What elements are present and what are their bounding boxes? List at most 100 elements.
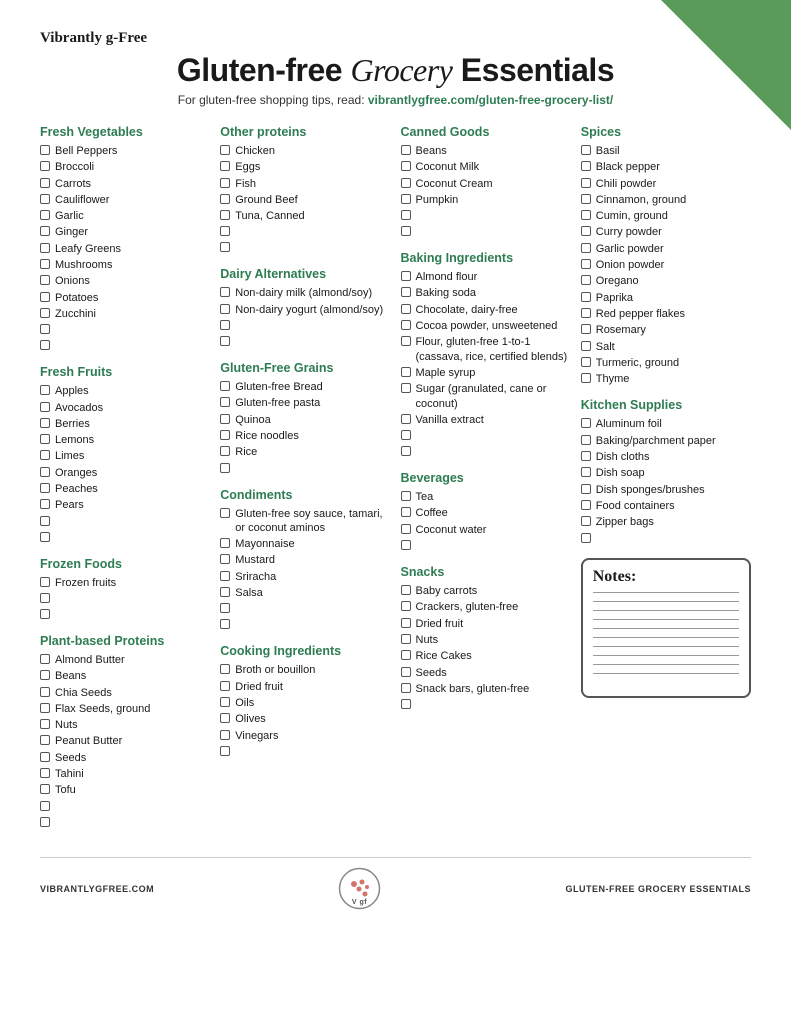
checkbox[interactable] bbox=[401, 304, 411, 314]
checkbox[interactable] bbox=[401, 540, 411, 550]
checkbox[interactable] bbox=[401, 585, 411, 595]
checkbox[interactable] bbox=[40, 324, 50, 334]
checkbox[interactable] bbox=[220, 664, 230, 674]
checkbox[interactable] bbox=[40, 275, 50, 285]
checkbox[interactable] bbox=[401, 383, 411, 393]
checkbox[interactable] bbox=[220, 194, 230, 204]
checkbox[interactable] bbox=[220, 161, 230, 171]
checkbox[interactable] bbox=[40, 402, 50, 412]
checkbox[interactable] bbox=[401, 336, 411, 346]
checkbox[interactable] bbox=[220, 730, 230, 740]
checkbox[interactable] bbox=[220, 430, 230, 440]
checkbox[interactable] bbox=[581, 467, 591, 477]
checkbox[interactable] bbox=[401, 507, 411, 517]
checkbox[interactable] bbox=[40, 784, 50, 794]
checkbox[interactable] bbox=[401, 524, 411, 534]
checkbox[interactable] bbox=[220, 554, 230, 564]
checkbox[interactable] bbox=[581, 178, 591, 188]
checkbox[interactable] bbox=[581, 243, 591, 253]
checkbox[interactable] bbox=[220, 697, 230, 707]
checkbox[interactable] bbox=[581, 435, 591, 445]
checkbox[interactable] bbox=[581, 451, 591, 461]
checkbox[interactable] bbox=[220, 304, 230, 314]
checkbox[interactable] bbox=[40, 418, 50, 428]
checkbox[interactable] bbox=[40, 516, 50, 526]
checkbox[interactable] bbox=[581, 292, 591, 302]
checkbox[interactable] bbox=[581, 161, 591, 171]
checkbox[interactable] bbox=[401, 491, 411, 501]
checkbox[interactable] bbox=[581, 357, 591, 367]
checkbox[interactable] bbox=[401, 287, 411, 297]
checkbox[interactable] bbox=[220, 681, 230, 691]
checkbox[interactable] bbox=[401, 601, 411, 611]
checkbox[interactable] bbox=[220, 746, 230, 756]
checkbox[interactable] bbox=[401, 430, 411, 440]
checkbox[interactable] bbox=[40, 801, 50, 811]
checkbox[interactable] bbox=[220, 463, 230, 473]
checkbox[interactable] bbox=[220, 381, 230, 391]
checkbox[interactable] bbox=[40, 161, 50, 171]
checkbox[interactable] bbox=[220, 508, 230, 518]
checkbox[interactable] bbox=[581, 226, 591, 236]
checkbox[interactable] bbox=[40, 308, 50, 318]
notes-box[interactable]: Notes: bbox=[581, 558, 751, 698]
checkbox[interactable] bbox=[220, 210, 230, 220]
checkbox[interactable] bbox=[401, 699, 411, 709]
checkbox[interactable] bbox=[220, 336, 230, 346]
checkbox[interactable] bbox=[581, 324, 591, 334]
checkbox[interactable] bbox=[581, 341, 591, 351]
checkbox[interactable] bbox=[581, 259, 591, 269]
checkbox[interactable] bbox=[220, 619, 230, 629]
checkbox[interactable] bbox=[581, 210, 591, 220]
checkbox[interactable] bbox=[220, 446, 230, 456]
checkbox[interactable] bbox=[581, 516, 591, 526]
checkbox[interactable] bbox=[401, 161, 411, 171]
checkbox[interactable] bbox=[401, 271, 411, 281]
checkbox[interactable] bbox=[40, 434, 50, 444]
checkbox[interactable] bbox=[401, 178, 411, 188]
checkbox[interactable] bbox=[581, 533, 591, 543]
checkbox[interactable] bbox=[220, 145, 230, 155]
checkbox[interactable] bbox=[220, 538, 230, 548]
checkbox[interactable] bbox=[401, 667, 411, 677]
checkbox[interactable] bbox=[40, 450, 50, 460]
checkbox[interactable] bbox=[40, 145, 50, 155]
checkbox[interactable] bbox=[40, 340, 50, 350]
subtitle-link[interactable]: vibrantlygfree.com/gluten-free-grocery-l… bbox=[368, 93, 613, 107]
checkbox[interactable] bbox=[40, 703, 50, 713]
checkbox[interactable] bbox=[401, 210, 411, 220]
checkbox[interactable] bbox=[401, 634, 411, 644]
checkbox[interactable] bbox=[581, 308, 591, 318]
checkbox[interactable] bbox=[40, 687, 50, 697]
checkbox[interactable] bbox=[220, 397, 230, 407]
checkbox[interactable] bbox=[40, 768, 50, 778]
checkbox[interactable] bbox=[40, 385, 50, 395]
checkbox[interactable] bbox=[40, 817, 50, 827]
checkbox[interactable] bbox=[40, 577, 50, 587]
checkbox[interactable] bbox=[401, 226, 411, 236]
checkbox[interactable] bbox=[401, 650, 411, 660]
checkbox[interactable] bbox=[40, 670, 50, 680]
checkbox[interactable] bbox=[220, 603, 230, 613]
checkbox[interactable] bbox=[40, 499, 50, 509]
checkbox[interactable] bbox=[401, 194, 411, 204]
checkbox[interactable] bbox=[581, 145, 591, 155]
checkbox[interactable] bbox=[220, 287, 230, 297]
checkbox[interactable] bbox=[220, 178, 230, 188]
checkbox[interactable] bbox=[401, 683, 411, 693]
checkbox[interactable] bbox=[40, 609, 50, 619]
checkbox[interactable] bbox=[40, 752, 50, 762]
checkbox[interactable] bbox=[40, 593, 50, 603]
checkbox[interactable] bbox=[40, 226, 50, 236]
checkbox[interactable] bbox=[581, 194, 591, 204]
checkbox[interactable] bbox=[40, 654, 50, 664]
checkbox[interactable] bbox=[40, 259, 50, 269]
checkbox[interactable] bbox=[220, 587, 230, 597]
checkbox[interactable] bbox=[401, 367, 411, 377]
checkbox[interactable] bbox=[40, 483, 50, 493]
checkbox[interactable] bbox=[401, 618, 411, 628]
checkbox[interactable] bbox=[40, 243, 50, 253]
checkbox[interactable] bbox=[401, 414, 411, 424]
checkbox[interactable] bbox=[220, 571, 230, 581]
checkbox[interactable] bbox=[220, 320, 230, 330]
